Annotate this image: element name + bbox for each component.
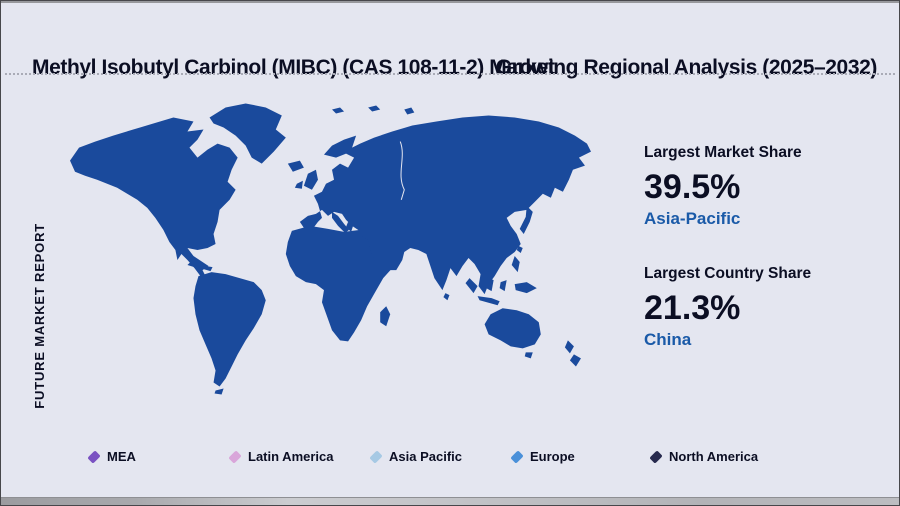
world-map (69, 99, 593, 401)
legend-label: Asia Pacific (389, 449, 462, 464)
stat-region: China (644, 330, 692, 349)
stat-value: 39.5% (644, 168, 741, 206)
legend-item-latin-america: Latin America (228, 448, 334, 465)
legend-item-north-america: North America (649, 448, 759, 465)
island-ireland (294, 180, 303, 189)
bottom-edge-strip (1, 497, 899, 505)
arctic-islands (332, 105, 415, 115)
legend-item-europe: Europe (510, 448, 575, 465)
world-map-graphic (70, 103, 591, 395)
brand-watermark-text: FUTURE MARKET REPORT (31, 223, 47, 409)
legend-item-mea: MEA (87, 448, 136, 465)
legend-label: Europe (530, 449, 575, 464)
top-edge-line (1, 1, 899, 3)
island-iceland (287, 160, 304, 172)
island-new-guinea (514, 282, 537, 294)
stat-label: Largest Market Share (644, 144, 802, 161)
legend-label: Latin America (248, 449, 334, 464)
island-new-zealand-south (569, 354, 581, 367)
diamond-icon (510, 449, 524, 464)
island-philippines (511, 256, 520, 273)
brand-watermark: FUTURE MARKET REPORT (29, 223, 49, 409)
island-sulawesi (499, 280, 507, 292)
dotted-divider (5, 73, 895, 75)
legend-item-asia-pacific: Asia Pacific (369, 448, 462, 465)
island-tierra-del-fuego (214, 388, 224, 395)
island-java (477, 296, 500, 306)
continent-north-america (70, 117, 238, 279)
legend-label: North America (669, 449, 759, 464)
infographic-frame: Methyl Isobutyl Carbinol (MIBC) (CAS 108… (0, 0, 900, 506)
diamond-icon (228, 449, 242, 464)
diamond-icon (369, 449, 383, 464)
stat-largest-country-share: Largest Country Share 21.3% China (644, 264, 894, 349)
island-tasmania (524, 352, 533, 359)
island-sri-lanka (443, 293, 450, 301)
island-great-britain (303, 169, 318, 190)
island-new-zealand-north (564, 340, 574, 354)
stat-value: 21.3% (644, 289, 741, 327)
stat-label: Largest Country Share (644, 265, 812, 282)
continent-australia (484, 308, 541, 349)
island-sumatra (465, 278, 478, 294)
page-subtitle: Growing Regional Analysis (2025–2032) (495, 56, 878, 80)
diamond-icon (87, 449, 101, 464)
continent-south-america (193, 272, 266, 387)
diamond-icon (649, 449, 663, 464)
page-title: Methyl Isobutyl Carbinol (MIBC) (CAS 108… (32, 56, 555, 80)
stat-largest-market-share: Largest Market Share 39.5% Asia-Pacific (644, 143, 894, 228)
legend-label: MEA (107, 449, 136, 464)
island-madagascar (380, 306, 391, 327)
stat-region: Asia-Pacific (644, 209, 741, 228)
